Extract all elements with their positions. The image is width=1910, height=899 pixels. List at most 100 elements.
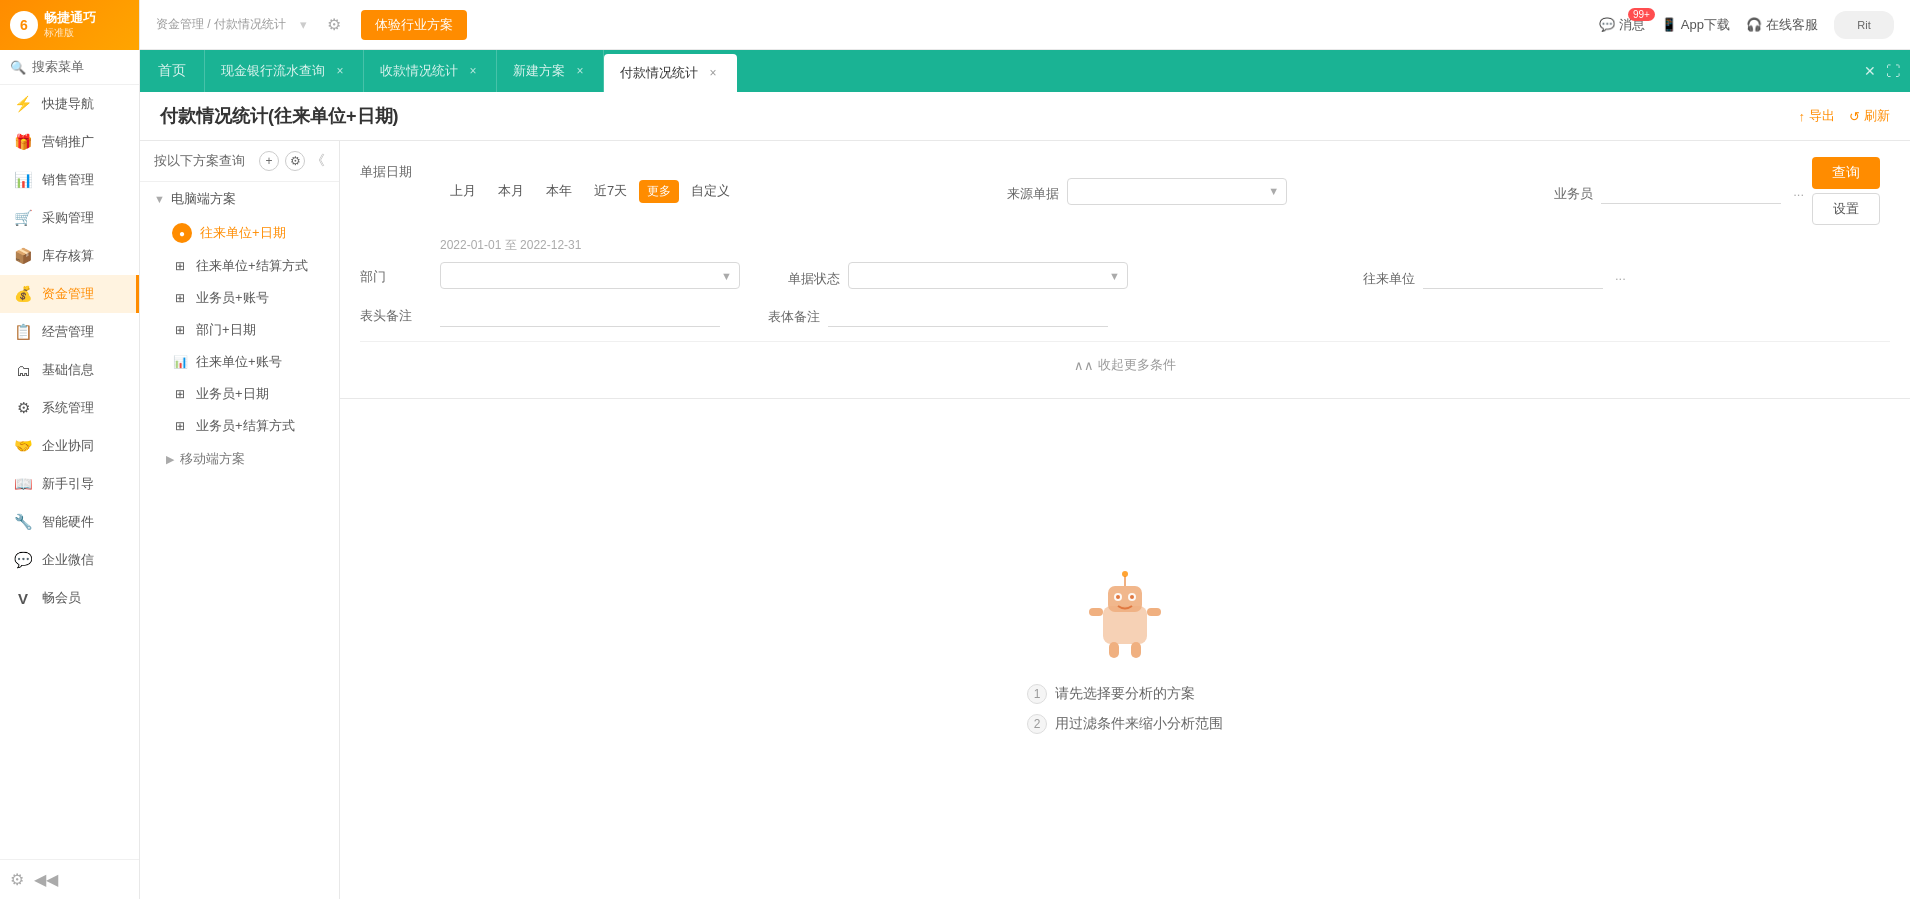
main-area: 资金管理 / 付款情况统计 ▾ ⚙ 体验行业方案 💬 消息 99+ 📱 App下…	[140, 0, 1910, 899]
settings-icon[interactable]: ⚙	[10, 870, 24, 889]
sidebar-item-purchase[interactable]: 🛒 采购管理	[0, 199, 139, 237]
table-icon-5: ⊞	[172, 418, 188, 434]
tab-cashflow-close[interactable]: ×	[333, 64, 347, 78]
query-col: 查询 设置	[1812, 157, 1890, 225]
sidebar-item-member[interactable]: V 畅会员	[0, 579, 139, 617]
sidebar-item-ops[interactable]: 📋 经营管理	[0, 313, 139, 351]
empty-hint-2: 2 用过滤条件来缩小分析范围	[1027, 714, 1223, 734]
tabbar-right: ✕ ⛶	[1854, 50, 1910, 92]
chevron-down-icon: ▼	[154, 193, 165, 205]
filter-settings-btn[interactable]: 设置	[1812, 193, 1880, 225]
service-btn[interactable]: 🎧 在线客服	[1746, 16, 1818, 34]
scheme-item-sales-date[interactable]: ⊞ 业务员+日期	[140, 378, 339, 410]
close-all-icon[interactable]: ✕	[1864, 63, 1876, 79]
dept-label: 部门	[360, 262, 440, 286]
sidebar-item-wechat[interactable]: 💬 企业微信	[0, 541, 139, 579]
collapse-btn[interactable]: ∧∧ 收起更多条件	[1066, 348, 1184, 382]
tab-receipt[interactable]: 收款情况统计 ×	[364, 50, 497, 92]
topbar-settings-icon[interactable]: ⚙	[327, 15, 341, 34]
partner-input[interactable]	[1423, 263, 1603, 289]
trial-btn[interactable]: 体验行业方案	[361, 10, 467, 40]
date-btn-thisyear[interactable]: 本年	[536, 178, 582, 204]
refresh-btn[interactable]: ↺ 刷新	[1849, 107, 1890, 125]
sys-icon: ⚙	[14, 399, 32, 417]
scheme-settings-btn[interactable]: ⚙	[285, 151, 305, 171]
date-btn-thismonth[interactable]: 本月	[488, 178, 534, 204]
doc-status-wrapper: ▼	[848, 262, 1128, 289]
msg-btn[interactable]: 💬 消息 99+	[1599, 16, 1645, 34]
chevron-up-icon: ∧∧	[1074, 358, 1094, 373]
app-download-btn[interactable]: 📱 App下载	[1661, 16, 1730, 34]
sidebar-item-marketing[interactable]: 🎁 营销推广	[0, 123, 139, 161]
svg-rect-6	[1089, 608, 1103, 616]
scheme-item-sales-account[interactable]: ⊞ 业务员+账号	[140, 282, 339, 314]
tab-newscheme-close[interactable]: ×	[573, 64, 587, 78]
query-btn[interactable]: 查询	[1812, 157, 1880, 189]
sidebar-item-fund[interactable]: 💰 资金管理	[0, 275, 139, 313]
empty-state: 1 请先选择要分析的方案 2 用过滤条件来缩小分析范围	[340, 399, 1910, 899]
empty-illustration	[1075, 564, 1175, 664]
tab-newscheme[interactable]: 新建方案 ×	[497, 50, 604, 92]
tab-home[interactable]: 首页	[140, 50, 205, 92]
salesman-input[interactable]	[1601, 178, 1781, 204]
sidebar-item-corp[interactable]: 🤝 企业协同	[0, 427, 139, 465]
sidebar-item-hardware[interactable]: 🔧 智能硬件	[0, 503, 139, 541]
doc-status-select[interactable]	[848, 262, 1128, 289]
scheme-item-partner-account[interactable]: 📊 往来单位+账号	[140, 346, 339, 378]
msg-icon: 💬	[1599, 17, 1615, 32]
date-filter-content: 上月 本月 本年 近7天 更多 自定义 来源单据	[440, 157, 1890, 225]
scheme-panel: 按以下方案查询 + ⚙ 《 ▼ 电脑端方案 ● 往来单位+日期	[140, 141, 340, 899]
headset-icon: 🎧	[1746, 17, 1762, 32]
scheme-collapse-btn[interactable]: 《	[311, 152, 325, 170]
base-icon: 🗂	[14, 361, 32, 379]
date-btn-custom[interactable]: 自定义	[681, 178, 740, 204]
dept-select[interactable]	[440, 262, 740, 289]
sidebar-item-stock[interactable]: 📦 库存核算	[0, 237, 139, 275]
source-select-wrapper: ▼	[1067, 178, 1287, 205]
table-icon-4: ⊞	[172, 386, 188, 402]
page-header: 付款情况统计(往来单位+日期) ↑ 导出 ↺ 刷新	[140, 92, 1910, 141]
scheme-mobile-group-header[interactable]: ▶ 移动端方案	[140, 442, 339, 476]
scheme-item-partner-settle[interactable]: ⊞ 往来单位+结算方式	[140, 250, 339, 282]
sidebar-search[interactable]: 🔍 搜索菜单	[0, 50, 139, 85]
tab-cashflow[interactable]: 现金银行流水查询 ×	[205, 50, 364, 92]
export-btn[interactable]: ↑ 导出	[1799, 107, 1836, 125]
date-tab-group: 上月 本月 本年 近7天 更多 自定义	[440, 178, 740, 204]
corp-icon: 🤝	[14, 437, 32, 455]
sidebar-item-sys[interactable]: ⚙ 系统管理	[0, 389, 139, 427]
source-select[interactable]	[1067, 178, 1287, 205]
tab-payment-close[interactable]: ×	[706, 66, 720, 80]
topbar: 资金管理 / 付款情况统计 ▾ ⚙ 体验行业方案 💬 消息 99+ 📱 App下…	[140, 0, 1910, 50]
tab-payment[interactable]: 付款情况统计 ×	[604, 54, 737, 92]
sidebar-item-guide[interactable]: 📖 新手引导	[0, 465, 139, 503]
dept-select-wrapper: ▼	[440, 262, 740, 289]
expand-icon[interactable]: ⛶	[1886, 63, 1900, 79]
content-body: 按以下方案查询 + ⚙ 《 ▼ 电脑端方案 ● 往来单位+日期	[140, 141, 1910, 899]
scheme-add-btn[interactable]: +	[259, 151, 279, 171]
body-note-label: 表体备注	[768, 302, 820, 326]
tab-receipt-close[interactable]: ×	[466, 64, 480, 78]
date-btn-lastmonth[interactable]: 上月	[440, 178, 486, 204]
filter-section: 单据日期 上月 本月 本年 近7天 更多 自定义	[340, 141, 1910, 399]
scheme-item-sales-settle[interactable]: ⊞ 业务员+结算方式	[140, 410, 339, 442]
filter-area: 单据日期 上月 本月 本年 近7天 更多 自定义	[340, 141, 1910, 899]
user-avatar[interactable]: Rit	[1834, 11, 1894, 39]
scheme-active-icon: ●	[172, 223, 192, 243]
filter-row-3: 表头备注 表体备注	[360, 301, 1890, 327]
scheme-item-partner-date[interactable]: ● 往来单位+日期	[140, 216, 339, 250]
sidebar-item-quicknav[interactable]: ⚡ 快捷导航	[0, 85, 139, 123]
body-note-input[interactable]	[828, 301, 1108, 327]
date-btn-7days[interactable]: 近7天	[584, 178, 637, 204]
table-icon-3: ⊞	[172, 322, 188, 338]
scheme-pc-group-header[interactable]: ▼ 电脑端方案	[140, 182, 339, 216]
sidebar-item-base[interactable]: 🗂 基础信息	[0, 351, 139, 389]
sidebar: 6 畅捷通巧 标准版 🔍 搜索菜单 ⚡ 快捷导航 🎁 营销推广 📊 销售管理 🛒…	[0, 0, 140, 899]
salesman-ellipsis[interactable]: ...	[1793, 184, 1804, 199]
partner-ellipsis[interactable]: ...	[1615, 268, 1626, 283]
date-btn-more[interactable]: 更多	[639, 180, 679, 203]
collapse-sidebar-icon[interactable]: ◀◀	[34, 870, 58, 889]
sidebar-item-sales[interactable]: 📊 销售管理	[0, 161, 139, 199]
head-note-input[interactable]	[440, 301, 720, 327]
scheme-panel-actions: + ⚙ 《	[259, 151, 325, 171]
scheme-item-dept-date[interactable]: ⊞ 部门+日期	[140, 314, 339, 346]
